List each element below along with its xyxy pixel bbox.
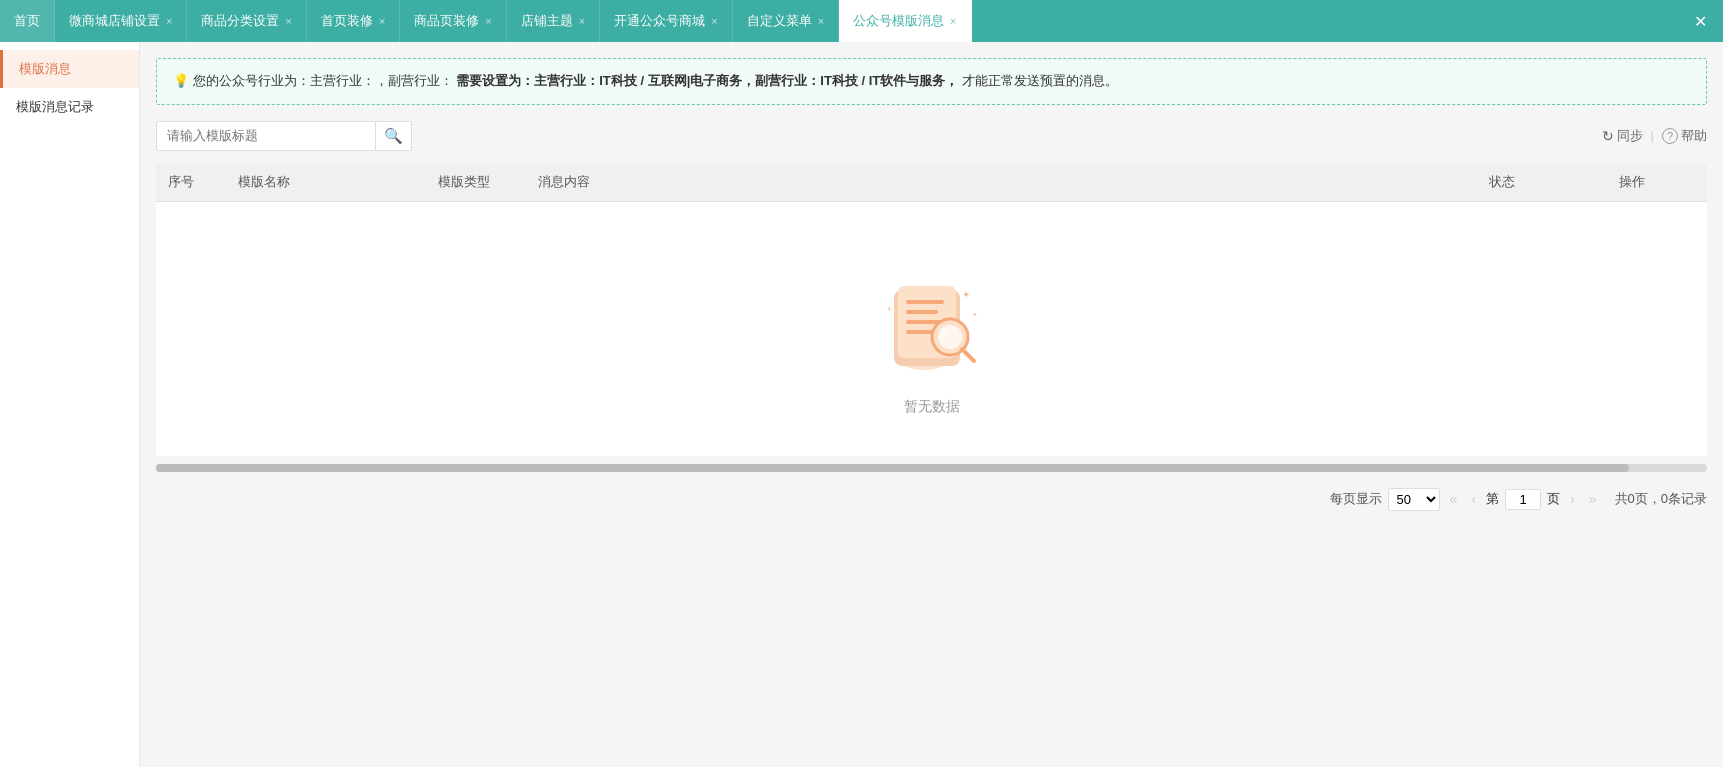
page-number-input[interactable] bbox=[1505, 489, 1541, 510]
tab-open-mall[interactable]: 开通公众号商城 × bbox=[600, 0, 732, 42]
sync-label: 同步 bbox=[1617, 127, 1643, 145]
tab-open-mall-close[interactable]: × bbox=[711, 15, 717, 27]
col-action: 操作 bbox=[1607, 163, 1707, 202]
page-label: 页 bbox=[1547, 490, 1560, 508]
data-table: 序号 模版名称 模版类型 消息内容 状态 操作 bbox=[156, 163, 1707, 456]
help-icon: ? bbox=[1662, 128, 1678, 144]
col-name: 模版名称 bbox=[226, 163, 426, 202]
alert-text-prefix: 您的公众号行业为：主营行业：，副营行业： bbox=[193, 73, 453, 88]
svg-text:✦: ✦ bbox=[972, 311, 978, 318]
tab-category-settings-close[interactable]: × bbox=[285, 15, 291, 27]
tab-home-decoration-label: 首页装修 bbox=[321, 12, 373, 30]
svg-rect-6 bbox=[906, 330, 934, 334]
sidebar-item-template-msg-record[interactable]: 模版消息记录 bbox=[0, 88, 139, 126]
tab-shop-settings[interactable]: 微商城店铺设置 × bbox=[55, 0, 187, 42]
help-label: 帮助 bbox=[1681, 127, 1707, 145]
page-total: 共0页，0条记录 bbox=[1615, 490, 1707, 508]
tab-store-theme-label: 店铺主题 bbox=[521, 12, 573, 30]
sidebar-item-template-msg[interactable]: 模版消息 bbox=[0, 50, 139, 88]
alert-box: 💡 您的公众号行业为：主营行业：，副营行业： 需要设置为：主营行业：IT科技 /… bbox=[156, 58, 1707, 105]
empty-row: ✦ ✦ ✦ 暂无数据 bbox=[156, 201, 1707, 456]
page-prefix: 第 bbox=[1486, 490, 1499, 508]
tab-home-decoration-close[interactable]: × bbox=[379, 15, 385, 27]
sync-button[interactable]: ↻ 同步 bbox=[1602, 127, 1643, 145]
svg-rect-4 bbox=[906, 310, 938, 314]
table-scrollbar-thumb bbox=[156, 464, 1629, 472]
col-content: 消息内容 bbox=[526, 163, 1477, 202]
tab-custom-menu-label: 自定义菜单 bbox=[747, 12, 812, 30]
col-type: 模版类型 bbox=[426, 163, 526, 202]
close-all-button[interactable]: ✕ bbox=[1678, 12, 1723, 31]
sidebar-item-template-msg-label: 模版消息 bbox=[19, 61, 71, 76]
next-page-button[interactable]: › bbox=[1566, 489, 1579, 509]
page-size-select[interactable]: 50 10 20 100 bbox=[1388, 488, 1440, 511]
divider: | bbox=[1651, 128, 1654, 143]
table-scrollbar[interactable] bbox=[156, 464, 1707, 472]
tab-custom-menu[interactable]: 自定义菜单 × bbox=[733, 0, 839, 42]
main-layout: 模版消息 模版消息记录 💡 您的公众号行业为：主营行业：，副营行业： 需要设置为… bbox=[0, 42, 1723, 767]
col-index: 序号 bbox=[156, 163, 226, 202]
empty-state: ✦ ✦ ✦ 暂无数据 bbox=[156, 202, 1707, 456]
last-page-button[interactable]: » bbox=[1585, 489, 1601, 509]
search-button[interactable]: 🔍 bbox=[376, 121, 412, 151]
search-bar-left: 🔍 bbox=[156, 121, 412, 151]
tab-shop-settings-label: 微商城店铺设置 bbox=[69, 12, 160, 30]
tab-category-settings[interactable]: 商品分类设置 × bbox=[187, 0, 306, 42]
tab-template-message-close[interactable]: × bbox=[950, 15, 956, 27]
tab-category-settings-label: 商品分类设置 bbox=[201, 12, 279, 30]
tab-home[interactable]: 首页 bbox=[0, 0, 55, 42]
svg-point-8 bbox=[938, 325, 962, 349]
tab-store-theme[interactable]: 店铺主题 × bbox=[507, 0, 600, 42]
svg-line-9 bbox=[962, 349, 974, 361]
empty-text: 暂无数据 bbox=[156, 398, 1707, 416]
search-input[interactable] bbox=[156, 121, 376, 151]
help-button[interactable]: ? 帮助 bbox=[1662, 127, 1707, 145]
content-area: 💡 您的公众号行业为：主营行业：，副营行业： 需要设置为：主营行业：IT科技 /… bbox=[140, 42, 1723, 767]
tab-open-mall-label: 开通公众号商城 bbox=[614, 12, 705, 30]
tab-product-decoration-close[interactable]: × bbox=[485, 15, 491, 27]
svg-text:✦: ✦ bbox=[962, 289, 970, 300]
tab-store-theme-close[interactable]: × bbox=[579, 15, 585, 27]
search-bar-right: ↻ 同步 | ? 帮助 bbox=[1602, 127, 1707, 145]
tab-product-decoration-label: 商品页装修 bbox=[414, 12, 479, 30]
tab-custom-menu-close[interactable]: × bbox=[818, 15, 824, 27]
alert-text-suffix: 才能正常发送预置的消息。 bbox=[962, 73, 1118, 88]
sidebar-item-template-msg-record-label: 模版消息记录 bbox=[16, 99, 94, 114]
search-bar: 🔍 ↻ 同步 | ? 帮助 bbox=[156, 121, 1707, 151]
tab-product-decoration[interactable]: 商品页装修 × bbox=[400, 0, 506, 42]
table-header-row: 序号 模版名称 模版类型 消息内容 状态 操作 bbox=[156, 163, 1707, 202]
svg-point-10 bbox=[941, 328, 949, 336]
pagination: 每页显示 50 10 20 100 « ‹ 第 页 › » 共0页，0条记录 bbox=[156, 480, 1707, 519]
top-nav: 首页 微商城店铺设置 × 商品分类设置 × 首页装修 × 商品页装修 × 店铺主… bbox=[0, 0, 1723, 42]
empty-icon: ✦ ✦ ✦ bbox=[872, 262, 992, 382]
sidebar: 模版消息 模版消息记录 bbox=[0, 42, 140, 767]
tab-home-label: 首页 bbox=[14, 12, 40, 30]
svg-rect-3 bbox=[906, 300, 944, 304]
prev-page-button[interactable]: ‹ bbox=[1467, 489, 1480, 509]
tab-template-message-label: 公众号模版消息 bbox=[853, 12, 944, 30]
svg-text:✦: ✦ bbox=[886, 305, 893, 314]
tab-shop-settings-close[interactable]: × bbox=[166, 15, 172, 27]
search-icon: 🔍 bbox=[384, 127, 403, 144]
col-status: 状态 bbox=[1477, 163, 1607, 202]
tab-home-decoration[interactable]: 首页装修 × bbox=[307, 0, 400, 42]
tab-template-message[interactable]: 公众号模版消息 × bbox=[839, 0, 971, 42]
page-size-label: 每页显示 bbox=[1330, 490, 1382, 508]
first-page-button[interactable]: « bbox=[1446, 489, 1462, 509]
alert-text-highlight: 需要设置为：主营行业：IT科技 / 互联网|电子商务，副营行业：IT科技 / I… bbox=[456, 73, 958, 88]
alert-icon: 💡 bbox=[173, 73, 189, 88]
sync-icon: ↻ bbox=[1602, 128, 1614, 144]
